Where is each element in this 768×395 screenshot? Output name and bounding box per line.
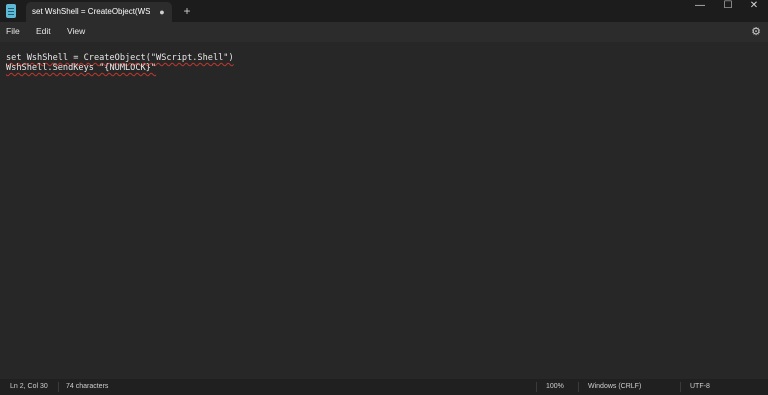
- notepad-icon: [6, 4, 16, 18]
- gear-icon[interactable]: ⚙: [750, 26, 762, 38]
- editor-line-2[interactable]: WshShell.SendKeys "{NUMLOCK}": [6, 63, 156, 73]
- zoom-level[interactable]: 100%: [546, 383, 564, 390]
- character-count: 74 characters: [66, 383, 109, 390]
- encoding[interactable]: UTF-8: [690, 383, 710, 390]
- title-bar: set WshShell = CreateObject(WScri ● + — …: [0, 0, 768, 22]
- unsaved-dot-icon[interactable]: ●: [156, 6, 168, 18]
- menu-bar: File Edit View ⚙: [0, 22, 768, 42]
- status-divider: [680, 382, 681, 392]
- cursor-position: Ln 2, Col 30: [10, 383, 48, 390]
- status-bar: Ln 2, Col 30 74 characters 100% Windows …: [0, 379, 768, 395]
- menu-edit[interactable]: Edit: [36, 26, 51, 36]
- maximize-button[interactable]: ☐: [714, 0, 742, 14]
- tab-title: set WshShell = CreateObject(WScri: [32, 7, 150, 16]
- status-divider: [58, 382, 59, 392]
- minimize-button[interactable]: —: [686, 0, 714, 14]
- text-editor[interactable]: set WshShell = CreateObject("WScript.She…: [0, 42, 768, 379]
- editor-line-1[interactable]: set WshShell = CreateObject("WScript.She…: [6, 53, 234, 63]
- new-tab-button[interactable]: +: [180, 4, 194, 18]
- menu-view[interactable]: View: [67, 26, 85, 36]
- status-divider: [578, 382, 579, 392]
- line-ending[interactable]: Windows (CRLF): [588, 383, 641, 390]
- menu-file[interactable]: File: [6, 26, 20, 36]
- close-button[interactable]: ✕: [740, 0, 768, 14]
- status-divider: [536, 382, 537, 392]
- tab-active-document[interactable]: set WshShell = CreateObject(WScri ●: [26, 2, 172, 22]
